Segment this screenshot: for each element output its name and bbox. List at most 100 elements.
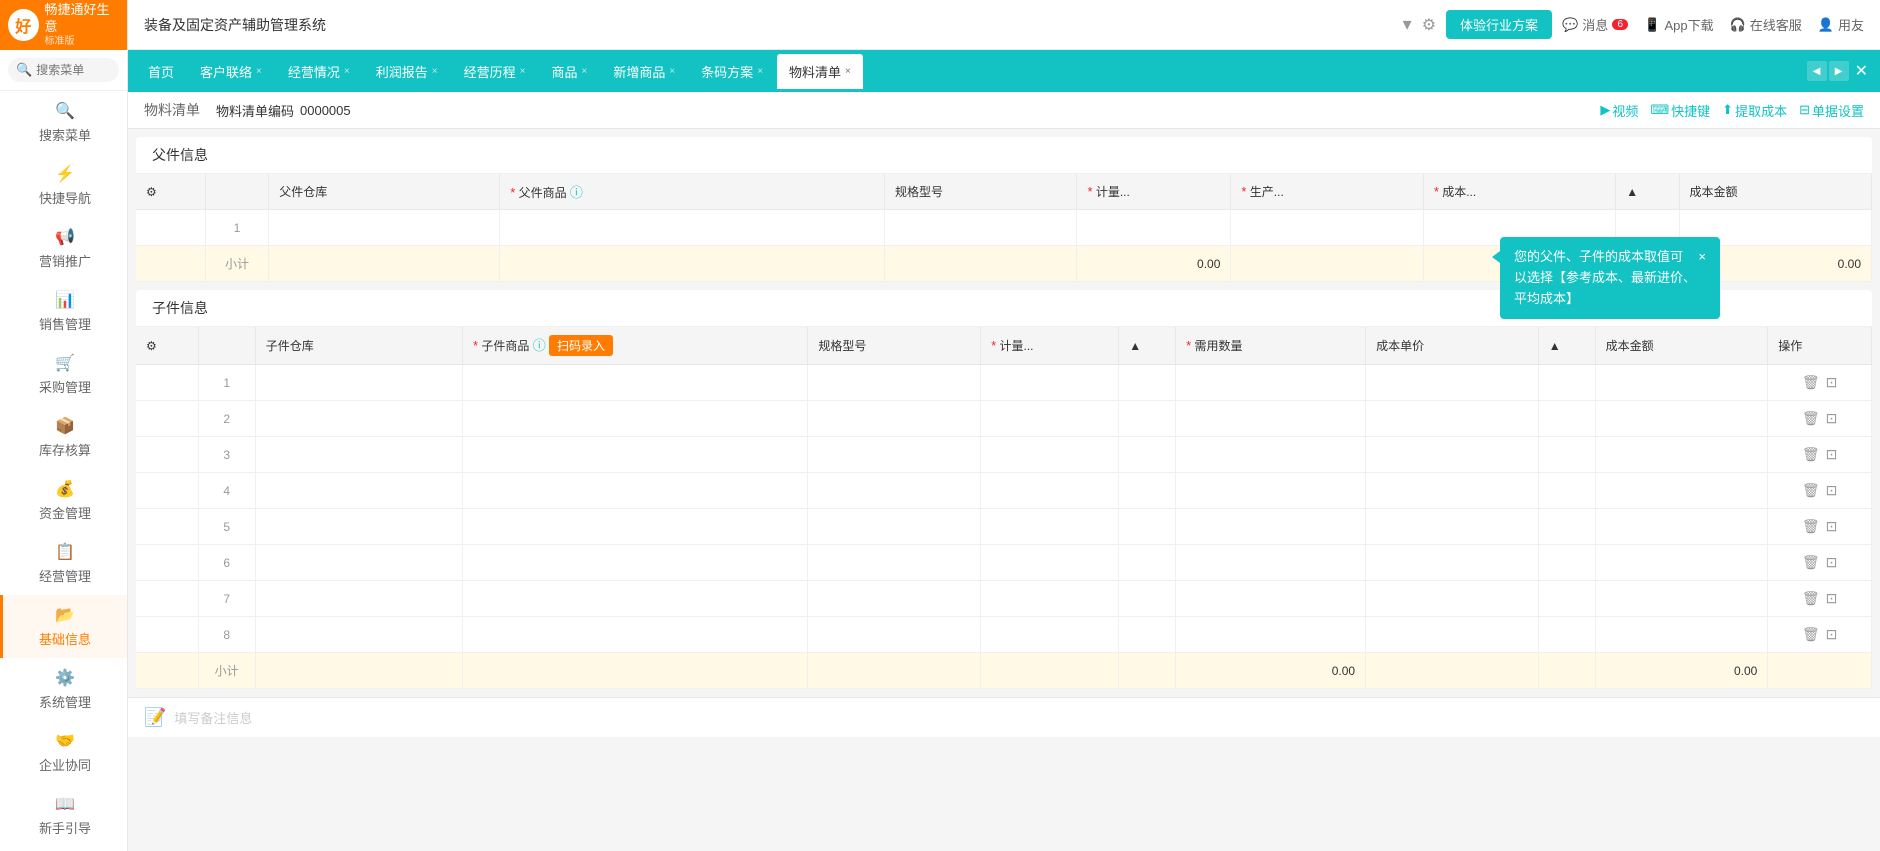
delete-icon-6[interactable]: 🗑 (1802, 590, 1820, 607)
child-spec-3[interactable] (808, 473, 981, 509)
child-unit-4[interactable] (981, 509, 1119, 545)
view-action[interactable]: ▶ 视频 (1600, 101, 1638, 120)
child-product-2[interactable] (462, 437, 807, 473)
child-spec-0[interactable] (808, 365, 981, 401)
copy-icon-3[interactable]: ⊡ (1826, 482, 1838, 499)
child-unit-2[interactable] (981, 437, 1119, 473)
copy-icon-6[interactable]: ⊡ (1826, 590, 1838, 607)
child-table-row[interactable]: 1 🗑 ⊡ (136, 365, 1872, 401)
tab-close-6[interactable]: × (669, 66, 675, 77)
child-table-row[interactable]: 3 🗑 ⊡ (136, 437, 1872, 473)
parent-spec-cell[interactable] (885, 210, 1077, 246)
trial-button[interactable]: 体验行业方案 (1446, 10, 1552, 39)
tab-close-7[interactable]: × (757, 66, 763, 77)
settings-icon[interactable]: ⚙ (1422, 15, 1436, 35)
copy-icon-0[interactable]: ⊡ (1826, 374, 1838, 391)
child-spec-6[interactable] (808, 581, 981, 617)
search-input[interactable] (36, 63, 106, 77)
child-table-row[interactable]: 5 🗑 ⊡ (136, 509, 1872, 545)
nav-tab-4[interactable]: 经营历程× (452, 54, 538, 89)
child-spec-5[interactable] (808, 545, 981, 581)
child-product-6[interactable] (462, 581, 807, 617)
child-quantity-2[interactable] (1176, 437, 1366, 473)
child-unit-3[interactable] (981, 473, 1119, 509)
delete-icon-5[interactable]: 🗑 (1802, 554, 1820, 571)
delete-icon-1[interactable]: 🗑 (1802, 410, 1820, 427)
sidebar-item-9[interactable]: ⚙️系统管理 (0, 658, 127, 721)
child-quantity-3[interactable] (1176, 473, 1366, 509)
copy-icon-4[interactable]: ⊡ (1826, 518, 1838, 535)
sidebar-item-1[interactable]: ⚡快捷导航 (0, 154, 127, 217)
scan-input-btn[interactable]: 扫码录入 (549, 335, 613, 356)
sidebar-item-4[interactable]: 🛒采购管理 (0, 343, 127, 406)
child-warehouse-7[interactable] (255, 617, 462, 653)
tooltip-close-btn[interactable]: × (1698, 247, 1706, 268)
child-warehouse-2[interactable] (255, 437, 462, 473)
nav-tab-1[interactable]: 客户联络× (188, 54, 274, 89)
child-product-3[interactable] (462, 473, 807, 509)
nav-tab-0[interactable]: 首页 (136, 54, 186, 89)
nav-tab-2[interactable]: 经营情况× (276, 54, 362, 89)
nav-next-btn[interactable]: ▶ (1829, 61, 1849, 81)
user-item[interactable]: 👤 用友 (1818, 15, 1864, 34)
close-all-tabs-icon[interactable]: ✕ (1851, 57, 1872, 85)
child-product-4[interactable] (462, 509, 807, 545)
message-item[interactable]: 💬 消息 6 (1562, 15, 1628, 34)
child-warehouse-3[interactable] (255, 473, 462, 509)
child-table-row[interactable]: 8 🗑 ⊡ (136, 617, 1872, 653)
child-table-row[interactable]: 2 🗑 ⊡ (136, 401, 1872, 437)
nav-tab-7[interactable]: 条码方案× (689, 54, 775, 89)
delete-icon-0[interactable]: 🗑 (1802, 374, 1820, 391)
child-unit-1[interactable] (981, 401, 1119, 437)
tab-close-8[interactable]: × (845, 66, 851, 77)
child-product-7[interactable] (462, 617, 807, 653)
delete-icon-7[interactable]: 🗑 (1802, 626, 1820, 643)
child-unit-7[interactable] (981, 617, 1119, 653)
parent-warehouse-cell[interactable] (269, 210, 500, 246)
child-spec-2[interactable] (808, 437, 981, 473)
tab-close-2[interactable]: × (344, 66, 350, 77)
sidebar-item-0[interactable]: 🔍搜索菜单 (0, 91, 127, 154)
app-download-item[interactable]: 📱 App下载 (1644, 15, 1713, 34)
copy-icon-1[interactable]: ⊡ (1826, 410, 1838, 427)
child-spec-7[interactable] (808, 617, 981, 653)
tab-close-3[interactable]: × (432, 66, 438, 77)
note-placeholder[interactable]: 填写备注信息 (174, 708, 252, 727)
copy-icon-5[interactable]: ⊡ (1826, 554, 1838, 571)
copy-icon-7[interactable]: ⊡ (1826, 626, 1838, 643)
online-service-item[interactable]: 🎧 在线客服 (1730, 15, 1802, 34)
shortcut-action[interactable]: ⌨ 快捷键 (1650, 101, 1710, 120)
sidebar-item-10[interactable]: 🤝企业协同 (0, 721, 127, 784)
th-settings[interactable]: ⚙ (136, 174, 205, 210)
delete-icon-4[interactable]: 🗑 (1802, 518, 1820, 535)
nav-tab-5[interactable]: 商品× (539, 54, 599, 89)
parent-unit-cell[interactable] (1077, 210, 1231, 246)
child-spec-4[interactable] (808, 509, 981, 545)
delete-icon-2[interactable]: 🗑 (1802, 446, 1820, 463)
copy-icon-2[interactable]: ⊡ (1826, 446, 1838, 463)
child-warehouse-1[interactable] (255, 401, 462, 437)
tab-close-4[interactable]: × (520, 66, 526, 77)
child-unit-6[interactable] (981, 581, 1119, 617)
sidebar-item-2[interactable]: 📢营销推广 (0, 217, 127, 280)
extract-cost-action[interactable]: ⬆ 提取成本 (1722, 101, 1787, 120)
parent-product-cell[interactable] (500, 210, 885, 246)
nav-tab-3[interactable]: 利润报告× (364, 54, 450, 89)
dropdown-icon[interactable]: ▾ (1403, 14, 1412, 35)
single-setting-action[interactable]: ⊟ 单据设置 (1799, 101, 1864, 120)
tab-close-1[interactable]: × (256, 66, 262, 77)
child-warehouse-5[interactable] (255, 545, 462, 581)
child-warehouse-4[interactable] (255, 509, 462, 545)
child-quantity-4[interactable] (1176, 509, 1366, 545)
parent-production-cell[interactable] (1231, 210, 1423, 246)
child-unit-0[interactable] (981, 365, 1119, 401)
sidebar-item-7[interactable]: 📋经营管理 (0, 532, 127, 595)
child-th-settings[interactable]: ⚙ (136, 327, 198, 365)
child-table-row[interactable]: 4 🗑 ⊡ (136, 473, 1872, 509)
delete-icon-3[interactable]: 🗑 (1802, 482, 1820, 499)
child-table-row[interactable]: 7 🗑 ⊡ (136, 581, 1872, 617)
nav-prev-btn[interactable]: ◀ (1807, 61, 1827, 81)
child-quantity-5[interactable] (1176, 545, 1366, 581)
nav-tab-6[interactable]: 新增商品× (601, 54, 687, 89)
child-product-5[interactable] (462, 545, 807, 581)
